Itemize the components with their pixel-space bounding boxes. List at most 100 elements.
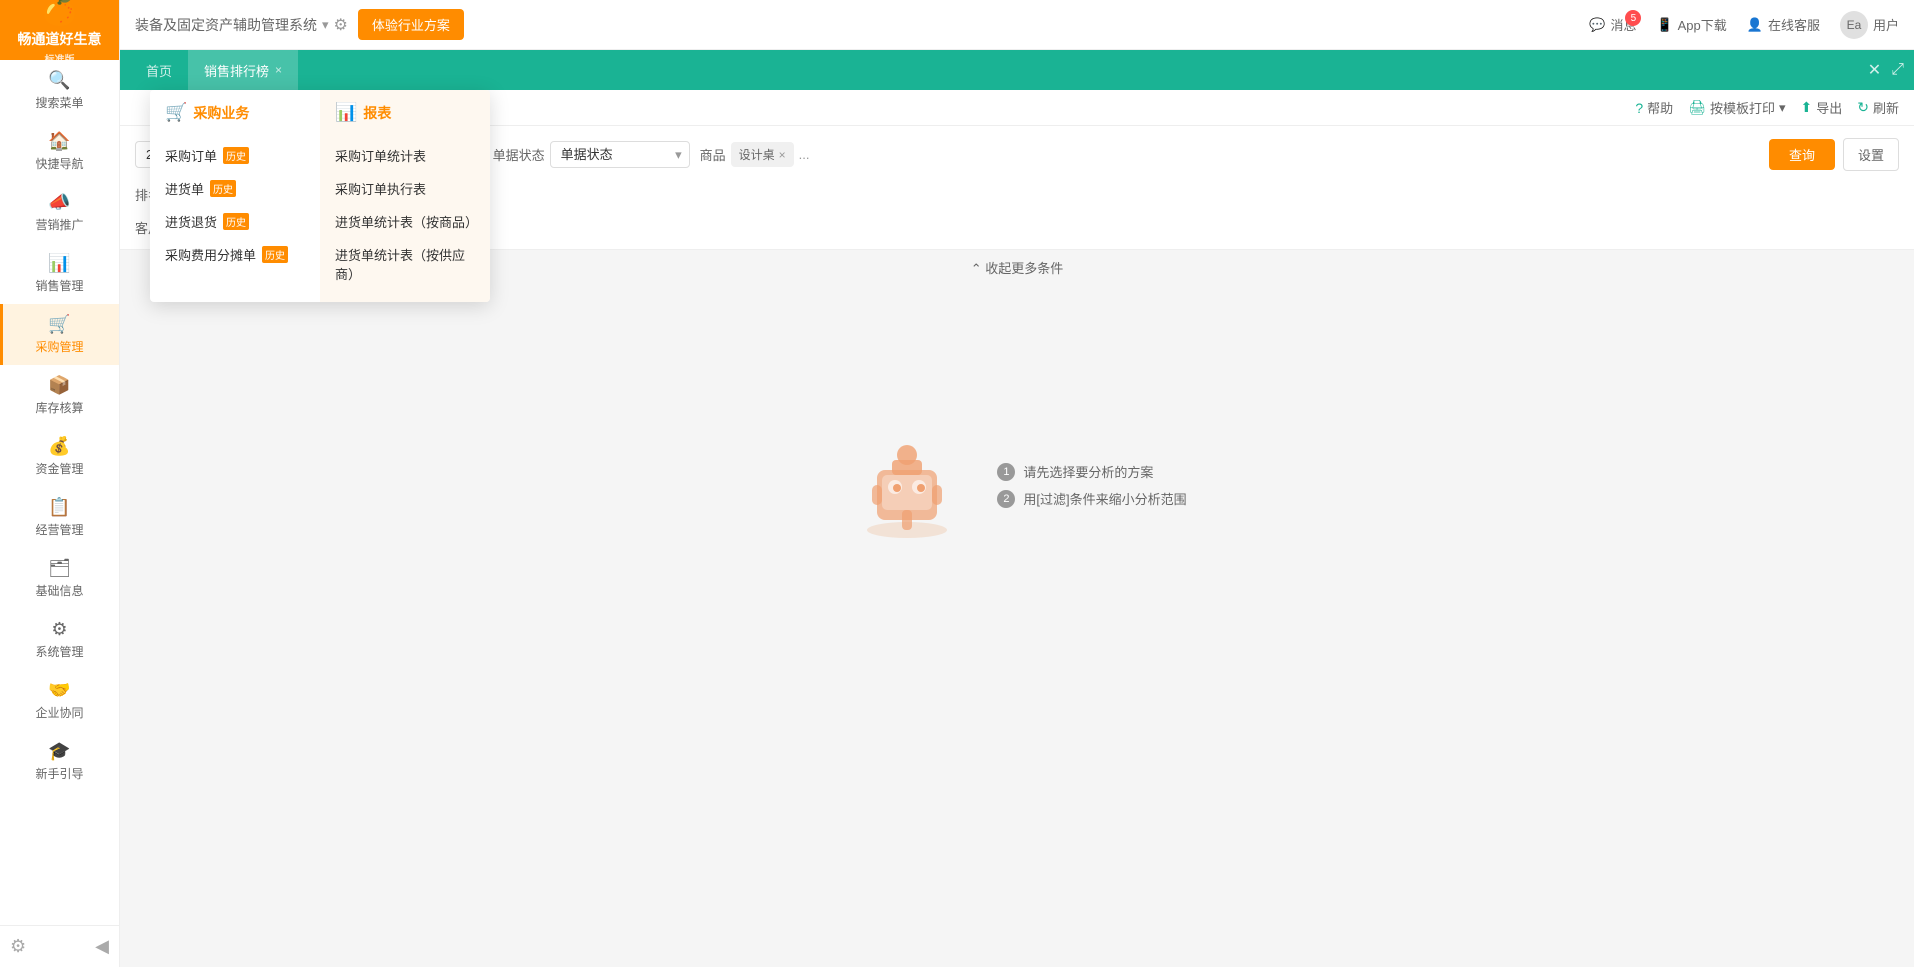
purchase-section: 🛒 采购业务 采购订单 历史 进货单 历史 进货退货 历史 采购费用分摊单: [150, 90, 320, 302]
dropdown-item-goods-return[interactable]: 进货退货 历史: [165, 205, 305, 238]
export-btn[interactable]: ⬆ 导出: [1801, 98, 1843, 117]
dropdown-item-goods-stat-by-supplier[interactable]: 进货单统计表（按供应商）: [335, 238, 475, 290]
messages-btn[interactable]: 💬 消息 5: [1589, 15, 1636, 34]
goods-stat-by-product-label: 进货单统计表（按商品）: [335, 212, 475, 231]
dropdown-item-order-stat[interactable]: 采购订单统计表: [335, 139, 475, 172]
system-title: 装备及固定资产辅助管理系统: [135, 15, 317, 35]
print-icon: 🖨: [1688, 99, 1706, 116]
sidebar-label-finance: 资金管理: [35, 460, 83, 477]
print-label: 按模板打印: [1710, 98, 1775, 117]
tabbar-close-icon[interactable]: ✕: [1868, 60, 1881, 80]
user-avatar: Ea: [1840, 11, 1868, 39]
logo-icon: 🍊: [42, 0, 77, 27]
online-service-btn[interactable]: 👤 在线客服: [1747, 15, 1820, 34]
money-icon: 💰: [48, 436, 70, 457]
topbar: 装备及固定资产辅助管理系统 ▾ ⚙ 体验行业方案 💬 消息 5 📱 App下载 …: [120, 0, 1914, 50]
print-btn[interactable]: 🖨 按模板打印 ▾: [1688, 98, 1785, 117]
dropdown-item-order-exec[interactable]: 采购订单执行表: [335, 172, 475, 205]
refresh-icon: ↻: [1857, 99, 1869, 116]
sidebar-label-quick-nav: 快捷导航: [35, 155, 83, 172]
refresh-label: 刷新: [1873, 98, 1899, 117]
tab-sales-ranking-label: 销售排行榜: [204, 61, 269, 80]
sidebar-item-enterprise[interactable]: 🤝 企业协同: [0, 670, 119, 731]
sidebar-item-search[interactable]: 🔍 搜索菜单: [0, 60, 119, 121]
app-download-label: App下载: [1678, 15, 1727, 34]
collapse-sidebar-icon[interactable]: ◀: [95, 936, 109, 957]
goods-stat-by-supplier-label: 进货单统计表（按供应商）: [335, 245, 475, 283]
goods-tag-text: 设计桌: [739, 146, 775, 163]
sidebar-item-base-info[interactable]: 🗂 基础信息: [0, 548, 119, 609]
phone-icon: 📱: [1656, 17, 1672, 33]
goods-filter: 商品 设计桌 × ...: [700, 142, 810, 167]
title-dropdown-arrow[interactable]: ▾: [322, 17, 329, 33]
dropdown-item-purchase-order[interactable]: 采购订单 历史: [165, 139, 305, 172]
history-badge-2: 历史: [223, 213, 249, 230]
sidebar-label-operation: 经营管理: [35, 521, 83, 538]
home-icon: 🏠: [48, 131, 70, 152]
filter-actions: 查询 设置: [1769, 138, 1899, 171]
settings-bottom-icon[interactable]: ⚙: [10, 936, 26, 957]
purchase-order-label: 采购订单: [165, 146, 217, 165]
app-logo: 🍊 畅通道好生意 标准版: [0, 0, 119, 60]
empty-state: 1 请先选择要分析的方案 2 用[过滤]条件来缩小分析范围: [120, 285, 1914, 685]
empty-hint: 1 请先选择要分析的方案 2 用[过滤]条件来缩小分析范围: [997, 462, 1186, 508]
box-icon: 📦: [48, 375, 70, 396]
sidebar-item-operation[interactable]: 📋 经营管理: [0, 487, 119, 548]
history-badge-3: 历史: [262, 246, 288, 263]
dropdown-item-goods-in[interactable]: 进货单 历史: [165, 172, 305, 205]
history-badge-1: 历史: [210, 180, 236, 197]
sidebar-item-inventory[interactable]: 📦 库存核算: [0, 365, 119, 426]
print-arrow[interactable]: ▾: [1779, 100, 1786, 116]
history-badge-0: 历史: [223, 147, 249, 164]
sidebar-label-newbie: 新手引导: [35, 765, 83, 782]
dropdown-item-goods-stat-by-product[interactable]: 进货单统计表（按商品）: [335, 205, 475, 238]
sidebar-item-purchase[interactable]: 🛒 采购管理: [0, 304, 119, 365]
tab-sales-ranking[interactable]: 销售排行榜 ×: [188, 50, 298, 90]
goods-tag: 设计桌 ×: [731, 142, 794, 167]
settings-icon[interactable]: ⚙: [334, 15, 348, 35]
tabbar-right: ✕ ⤢: [1868, 60, 1904, 80]
dropdown-item-purchase-expense[interactable]: 采购费用分摊单 历史: [165, 238, 305, 271]
user-menu[interactable]: Ea 用户: [1840, 11, 1899, 39]
help-label: 帮助: [1647, 98, 1673, 117]
guide-icon: 🎓: [48, 741, 70, 762]
help-btn[interactable]: ? 帮助: [1635, 98, 1673, 117]
refresh-btn[interactable]: ↻ 刷新: [1857, 98, 1899, 117]
goods-more-btn[interactable]: ...: [799, 147, 810, 162]
order-exec-label: 采购订单执行表: [335, 179, 426, 198]
messages-badge: 5: [1625, 10, 1641, 26]
voucher-status-label: 单据状态: [493, 145, 545, 164]
report-section-label: 报表: [363, 103, 391, 123]
sidebar-item-newbie[interactable]: 🎓 新手引导: [0, 731, 119, 792]
tabbar-expand-icon[interactable]: ⤢: [1891, 61, 1904, 79]
info-icon: 🗂: [48, 558, 71, 579]
voucher-status-filter: 单据状态 单据状态 ▾: [493, 141, 690, 168]
query-btn[interactable]: 查询: [1769, 139, 1835, 170]
sidebar: 🍊 畅通道好生意 标准版 🔍 搜索菜单 🏠 快捷导航 📣 营销推广 📊 销售管理…: [0, 0, 120, 967]
clipboard-icon: 📋: [48, 497, 70, 518]
service-icon: 👤: [1747, 17, 1763, 33]
tab-sales-ranking-close[interactable]: ×: [275, 63, 282, 77]
industry-btn[interactable]: 体验行业方案: [358, 9, 464, 40]
sidebar-item-marketing[interactable]: 📣 营销推广: [0, 182, 119, 243]
sidebar-item-finance[interactable]: 💰 资金管理: [0, 426, 119, 487]
empty-hint-1: 1 请先选择要分析的方案: [997, 462, 1186, 481]
cart-icon: 🛒: [48, 314, 70, 335]
sidebar-item-system[interactable]: ⚙ 系统管理: [0, 609, 119, 670]
setting-btn[interactable]: 设置: [1843, 138, 1899, 171]
app-name: 畅通道好生意: [18, 29, 102, 49]
help-icon: ?: [1635, 100, 1643, 116]
report-section-title: 📊 报表: [335, 102, 475, 129]
sidebar-item-quick-nav[interactable]: 🏠 快捷导航: [0, 121, 119, 182]
voucher-status-select[interactable]: 单据状态: [550, 141, 690, 168]
sidebar-item-sales[interactable]: 📊 销售管理: [0, 243, 119, 304]
export-label: 导出: [1816, 98, 1842, 117]
app-download-btn[interactable]: 📱 App下载: [1656, 15, 1726, 34]
goods-in-label: 进货单: [165, 179, 204, 198]
sidebar-label-enterprise: 企业协同: [35, 704, 83, 721]
chart-icon: 📊: [48, 253, 70, 274]
goods-tag-close[interactable]: ×: [779, 148, 786, 162]
sidebar-label-system: 系统管理: [35, 643, 83, 660]
purchase-section-icon: 🛒: [165, 102, 187, 123]
tab-home[interactable]: 首页: [130, 50, 188, 90]
